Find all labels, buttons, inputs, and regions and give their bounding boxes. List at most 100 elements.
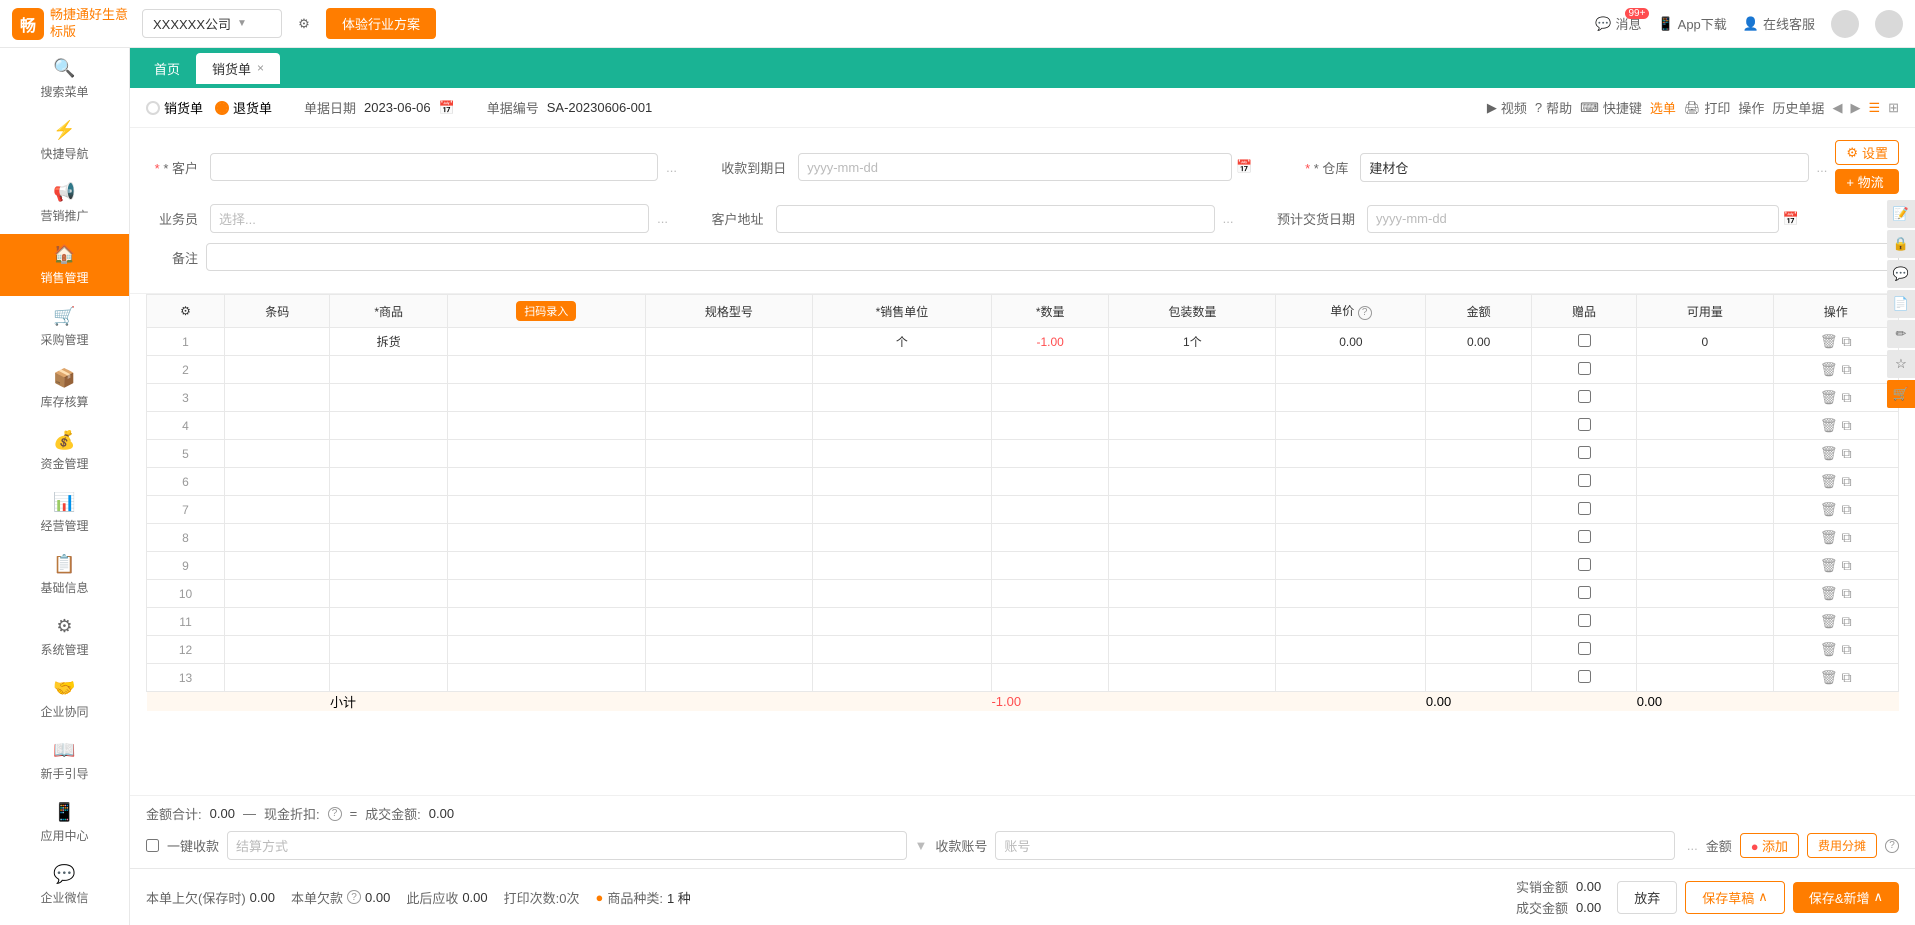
cell-unit[interactable]: [812, 580, 991, 608]
tab-sales-order[interactable]: 销货单 ×: [196, 53, 280, 84]
cell-product[interactable]: [330, 664, 447, 692]
sidebar-item-system[interactable]: ⚙ 系统管理: [0, 606, 129, 668]
cell-price[interactable]: [1276, 524, 1426, 552]
cell-qty[interactable]: [991, 412, 1108, 440]
cell-price[interactable]: [1276, 440, 1426, 468]
cell-amount[interactable]: [1426, 356, 1531, 384]
cell-price[interactable]: [1276, 496, 1426, 524]
delete-icon[interactable]: 🗑: [1820, 557, 1838, 574]
cell-barcode[interactable]: [225, 524, 330, 552]
sidebar-item-basic[interactable]: 📋 基础信息: [0, 544, 129, 606]
cell-price[interactable]: [1276, 636, 1426, 664]
col-scan[interactable]: 扫码录入: [447, 295, 645, 328]
cell-qty[interactable]: -1.00: [991, 328, 1108, 356]
cell-amount[interactable]: [1426, 636, 1531, 664]
action-shortcut[interactable]: ⌨ 快捷键: [1580, 98, 1642, 117]
sidebar-item-finance[interactable]: 💰 资金管理: [0, 420, 129, 482]
copy-icon[interactable]: ⧉: [1842, 529, 1852, 546]
settings-btn[interactable]: ⚙ 设置: [1835, 140, 1899, 165]
trial-button[interactable]: 体验行业方案: [326, 8, 436, 39]
cell-amount[interactable]: 0.00: [1426, 328, 1531, 356]
sidebar-item-guide[interactable]: 📖 新手引导: [0, 730, 129, 792]
cell-product[interactable]: [330, 384, 447, 412]
cell-qty[interactable]: [991, 552, 1108, 580]
action-select[interactable]: 选单: [1650, 98, 1676, 117]
radio-sales[interactable]: 销货单: [146, 98, 203, 117]
cell-unit[interactable]: 个: [812, 328, 991, 356]
cell-unit[interactable]: [812, 356, 991, 384]
cell-barcode[interactable]: [225, 356, 330, 384]
calendar-icon[interactable]: 📅: [439, 100, 455, 116]
scan-btn[interactable]: 扫码录入: [516, 301, 576, 321]
copy-icon[interactable]: ⧉: [1842, 557, 1852, 574]
cell-product[interactable]: [330, 356, 447, 384]
prev-icon[interactable]: ◀: [1832, 100, 1842, 116]
cell-gift[interactable]: [1531, 468, 1636, 496]
cell-spec[interactable]: [645, 468, 812, 496]
avatar2[interactable]: [1875, 10, 1903, 38]
cell-amount[interactable]: [1426, 468, 1531, 496]
copy-icon[interactable]: ⧉: [1842, 613, 1852, 630]
delete-icon[interactable]: 🗑: [1820, 417, 1838, 434]
cell-qty[interactable]: [991, 664, 1108, 692]
delete-icon[interactable]: 🗑: [1820, 613, 1838, 630]
cell-unit[interactable]: [812, 664, 991, 692]
cell-spec[interactable]: [645, 412, 812, 440]
cell-product[interactable]: [330, 468, 447, 496]
cell-spec[interactable]: [645, 608, 812, 636]
cell-product[interactable]: [330, 580, 447, 608]
cell-pkg-qty[interactable]: [1109, 468, 1276, 496]
cell-gift[interactable]: [1531, 496, 1636, 524]
cell-pkg-qty[interactable]: [1109, 412, 1276, 440]
list-view-icon[interactable]: ☰: [1868, 100, 1880, 116]
sidebar-item-marketing[interactable]: 📢 营销推广: [0, 172, 129, 234]
cell-qty[interactable]: [991, 384, 1108, 412]
cell-spec[interactable]: [645, 636, 812, 664]
discard-button[interactable]: 放弃: [1617, 881, 1677, 914]
cell-pkg-qty[interactable]: [1109, 524, 1276, 552]
cell-price[interactable]: [1276, 384, 1426, 412]
cell-amount[interactable]: [1426, 664, 1531, 692]
cell-qty[interactable]: [991, 524, 1108, 552]
sidebar-item-sales[interactable]: 🏠 销售管理: [0, 234, 129, 296]
cell-amount[interactable]: [1426, 552, 1531, 580]
cell-price[interactable]: [1276, 412, 1426, 440]
cell-product[interactable]: [330, 552, 447, 580]
cell-gift[interactable]: [1531, 664, 1636, 692]
sidebar-item-inventory[interactable]: 📦 库存核算: [0, 358, 129, 420]
tab-home[interactable]: 首页: [138, 53, 196, 84]
cell-product[interactable]: [330, 524, 447, 552]
cell-amount[interactable]: [1426, 384, 1531, 412]
cell-barcode[interactable]: [225, 328, 330, 356]
copy-icon[interactable]: ⧉: [1842, 473, 1852, 490]
cell-gift[interactable]: [1531, 412, 1636, 440]
cell-barcode[interactable]: [225, 412, 330, 440]
salesman-input[interactable]: 选择...: [210, 204, 649, 233]
expense-help-icon[interactable]: ?: [1885, 839, 1899, 853]
sidebar-item-enterprise[interactable]: 🤝 企业协同: [0, 668, 129, 730]
cell-qty[interactable]: [991, 440, 1108, 468]
cell-spec[interactable]: [645, 440, 812, 468]
cell-amount[interactable]: [1426, 440, 1531, 468]
delivery-date-input[interactable]: yyyy-mm-dd: [1367, 205, 1779, 233]
cell-gift[interactable]: [1531, 580, 1636, 608]
cell-amount[interactable]: [1426, 580, 1531, 608]
copy-icon[interactable]: ⧉: [1842, 501, 1852, 518]
salesman-dots[interactable]: ...: [657, 211, 668, 226]
cell-barcode[interactable]: [225, 552, 330, 580]
delivery-calendar-icon[interactable]: 📅: [1783, 211, 1799, 227]
message-button[interactable]: 💬 消息 99+: [1595, 14, 1641, 33]
cell-unit[interactable]: [812, 636, 991, 664]
cell-gift[interactable]: [1531, 608, 1636, 636]
cell-gift[interactable]: [1531, 328, 1636, 356]
cell-spec[interactable]: [645, 552, 812, 580]
delete-icon[interactable]: 🗑: [1820, 445, 1838, 462]
save-draft-button[interactable]: 保存草稿 ∧: [1685, 881, 1785, 914]
customer-dots[interactable]: ...: [666, 160, 677, 175]
cell-spec[interactable]: [645, 356, 812, 384]
account-dots[interactable]: ...: [1687, 838, 1698, 853]
warehouse-dots[interactable]: ...: [1817, 160, 1828, 175]
customer-input[interactable]: [210, 153, 658, 181]
cell-pkg-qty[interactable]: 1个: [1109, 328, 1276, 356]
cell-product[interactable]: [330, 440, 447, 468]
